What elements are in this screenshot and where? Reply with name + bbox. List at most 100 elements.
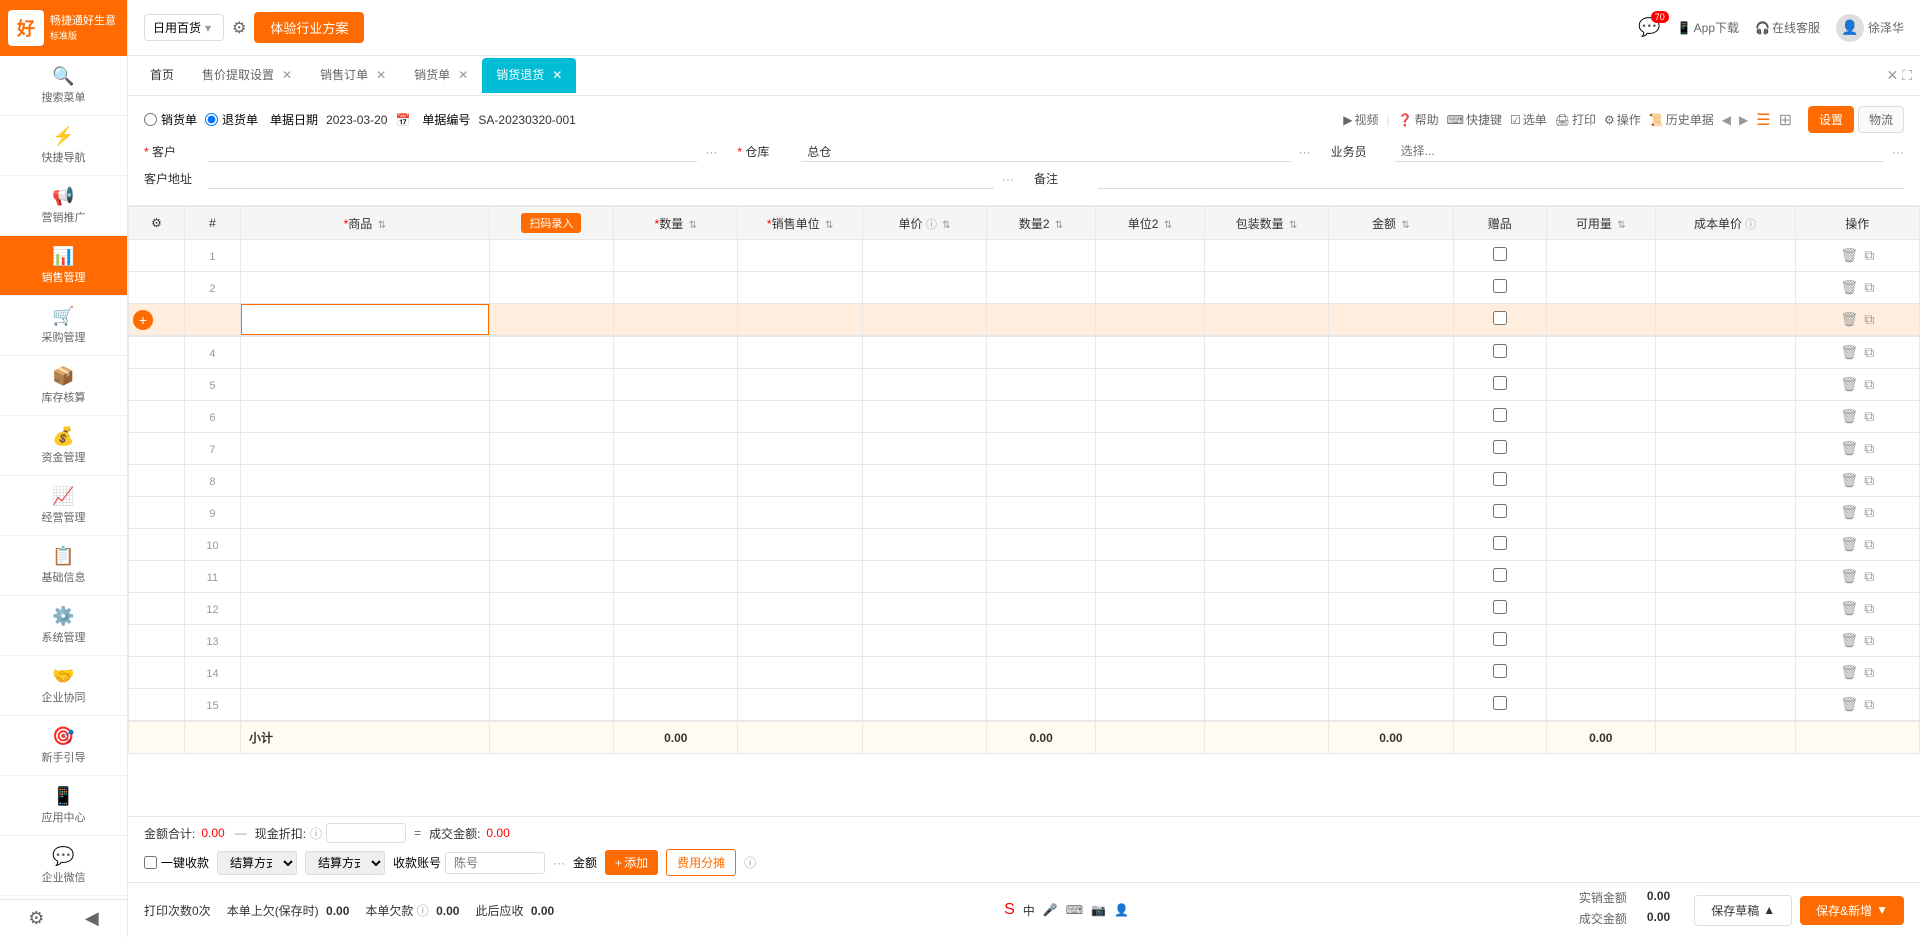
row-product-2[interactable]	[240, 272, 489, 304]
row-pkg-14[interactable]	[1204, 657, 1328, 689]
sidebar-item-system[interactable]: ⚙️ 系统管理	[0, 596, 127, 656]
row-unit2-8[interactable]	[1096, 465, 1205, 497]
copy-icon-10[interactable]: ⧉	[1864, 536, 1874, 553]
row-qty-12[interactable]	[614, 593, 738, 625]
close-tab-icon[interactable]: ✕	[1886, 67, 1898, 84]
row-qty-11[interactable]	[614, 561, 738, 593]
th-gear[interactable]: ⚙	[129, 207, 185, 240]
copy-icon-3[interactable]: ⧉	[1864, 311, 1874, 328]
row-pkg-6[interactable]	[1204, 401, 1328, 433]
gift-checkbox-1[interactable]	[1493, 247, 1507, 261]
row-unit-11[interactable]	[738, 561, 862, 593]
row-qty2-5[interactable]	[987, 369, 1096, 401]
copy-icon-14[interactable]: ⧉	[1864, 664, 1874, 681]
tab-sales-order[interactable]: 销售订单 ✕	[306, 58, 400, 93]
row-unit2-9[interactable]	[1096, 497, 1205, 529]
unit-sort-icon[interactable]: ⇅	[825, 220, 833, 231]
row-qty2-4[interactable]	[987, 337, 1096, 369]
gift-checkbox-13[interactable]	[1493, 632, 1507, 646]
row-qty2-12[interactable]	[987, 593, 1096, 625]
row-unit2-7[interactable]	[1096, 433, 1205, 465]
row-unit-9[interactable]	[738, 497, 862, 529]
trial-btn[interactable]: 体验行业方案	[254, 12, 364, 43]
discount-info-icon[interactable]: ⓘ	[310, 825, 322, 842]
settings-btn[interactable]: 设置	[1808, 106, 1854, 133]
row-pkg-1[interactable]	[1204, 240, 1328, 272]
customer-input[interactable]	[208, 141, 697, 162]
row-qty-8[interactable]	[614, 465, 738, 497]
row-price-14[interactable]	[862, 657, 986, 689]
row-pkg-3[interactable]	[1204, 304, 1328, 336]
copy-icon-8[interactable]: ⧉	[1864, 472, 1874, 489]
row-unit2-15[interactable]	[1096, 689, 1205, 721]
delete-icon-1[interactable]: 🗑	[1840, 247, 1858, 264]
row-product-13[interactable]	[240, 625, 489, 657]
row-qty2-7[interactable]	[987, 433, 1096, 465]
sidebar-item-sales[interactable]: 📊 销售管理	[0, 236, 127, 296]
row-qty-15[interactable]	[614, 689, 738, 721]
row-qty2-8[interactable]	[987, 465, 1096, 497]
row-qty2-9[interactable]	[987, 497, 1096, 529]
row-price-15[interactable]	[862, 689, 986, 721]
sidebar-item-newguide[interactable]: 🎯 新手引导	[0, 716, 127, 776]
row-product-7[interactable]	[240, 433, 489, 465]
row-qty2-6[interactable]	[987, 401, 1096, 433]
copy-icon-1[interactable]: ⧉	[1864, 247, 1874, 264]
delete-icon-3[interactable]: 🗑	[1840, 311, 1858, 328]
gift-checkbox-2[interactable]	[1493, 279, 1507, 293]
row-price-10[interactable]	[862, 529, 986, 561]
fee-split-btn[interactable]: 费用分摊	[666, 849, 736, 876]
nav-prev-icon[interactable]: ◀	[1722, 113, 1731, 127]
account-dots-btn[interactable]: ···	[553, 856, 565, 870]
row-pkg-12[interactable]	[1204, 593, 1328, 625]
row-qty-1[interactable]	[614, 240, 738, 272]
row-unit2-10[interactable]	[1096, 529, 1205, 561]
row-price-13[interactable]	[862, 625, 986, 657]
gift-checkbox-15[interactable]	[1493, 696, 1507, 710]
row-price-8[interactable]	[862, 465, 986, 497]
delete-icon-11[interactable]: 🗑	[1840, 568, 1858, 585]
tab-close-price-settings[interactable]: ✕	[282, 68, 292, 82]
copy-icon-6[interactable]: ⧉	[1864, 408, 1874, 425]
radio-sale[interactable]: 销货单	[144, 111, 197, 128]
calendar-icon[interactable]: 📅	[395, 113, 410, 127]
topbar-gear-icon[interactable]: ⚙	[232, 18, 246, 38]
add-row-btn[interactable]: +	[133, 310, 153, 330]
row-unit-13[interactable]	[738, 625, 862, 657]
row-product-6[interactable]	[240, 401, 489, 433]
row-qty-4[interactable]	[614, 337, 738, 369]
video-btn[interactable]: ▶ 视频	[1343, 111, 1378, 128]
tab-home[interactable]: 首页	[136, 58, 188, 93]
delete-icon-2[interactable]: 🗑	[1840, 279, 1858, 296]
row-unit2-11[interactable]	[1096, 561, 1205, 593]
copy-icon-2[interactable]: ⧉	[1864, 279, 1874, 296]
row-pkg-7[interactable]	[1204, 433, 1328, 465]
row-qty-9[interactable]	[614, 497, 738, 529]
tab-sales-return[interactable]: 销货退货 ✕	[482, 58, 576, 93]
salesperson-input[interactable]	[1395, 141, 1884, 162]
sidebar-item-appcenter[interactable]: 📱 应用中心	[0, 776, 127, 836]
delete-icon-8[interactable]: 🗑	[1840, 472, 1858, 489]
tab-sales-delivery[interactable]: 销货单 ✕	[400, 58, 482, 93]
row-unit-14[interactable]	[738, 657, 862, 689]
row-qty-5[interactable]	[614, 369, 738, 401]
radio-sale-input[interactable]	[144, 113, 157, 126]
row-product-8[interactable]	[240, 465, 489, 497]
row-qty-13[interactable]	[614, 625, 738, 657]
avail-sort-icon[interactable]: ⇅	[1617, 220, 1625, 231]
delete-icon-4[interactable]: 🗑	[1840, 344, 1858, 361]
row-pkg-8[interactable]	[1204, 465, 1328, 497]
row-pkg-4[interactable]	[1204, 337, 1328, 369]
gift-checkbox-8[interactable]	[1493, 472, 1507, 486]
row-unit2-14[interactable]	[1096, 657, 1205, 689]
qty2-sort-icon[interactable]: ⇅	[1055, 220, 1063, 231]
row-unit2-12[interactable]	[1096, 593, 1205, 625]
sidebar-item-purchase[interactable]: 🛒 采购管理	[0, 296, 127, 356]
account-input[interactable]	[445, 852, 545, 874]
row-qty2-3[interactable]	[987, 304, 1096, 336]
operation-btn[interactable]: ⚙ 操作	[1604, 111, 1641, 128]
row-pkg-15[interactable]	[1204, 689, 1328, 721]
row-pkg-5[interactable]	[1204, 369, 1328, 401]
address-dots-btn[interactable]: ···	[1002, 172, 1014, 186]
row-qty-14[interactable]	[614, 657, 738, 689]
